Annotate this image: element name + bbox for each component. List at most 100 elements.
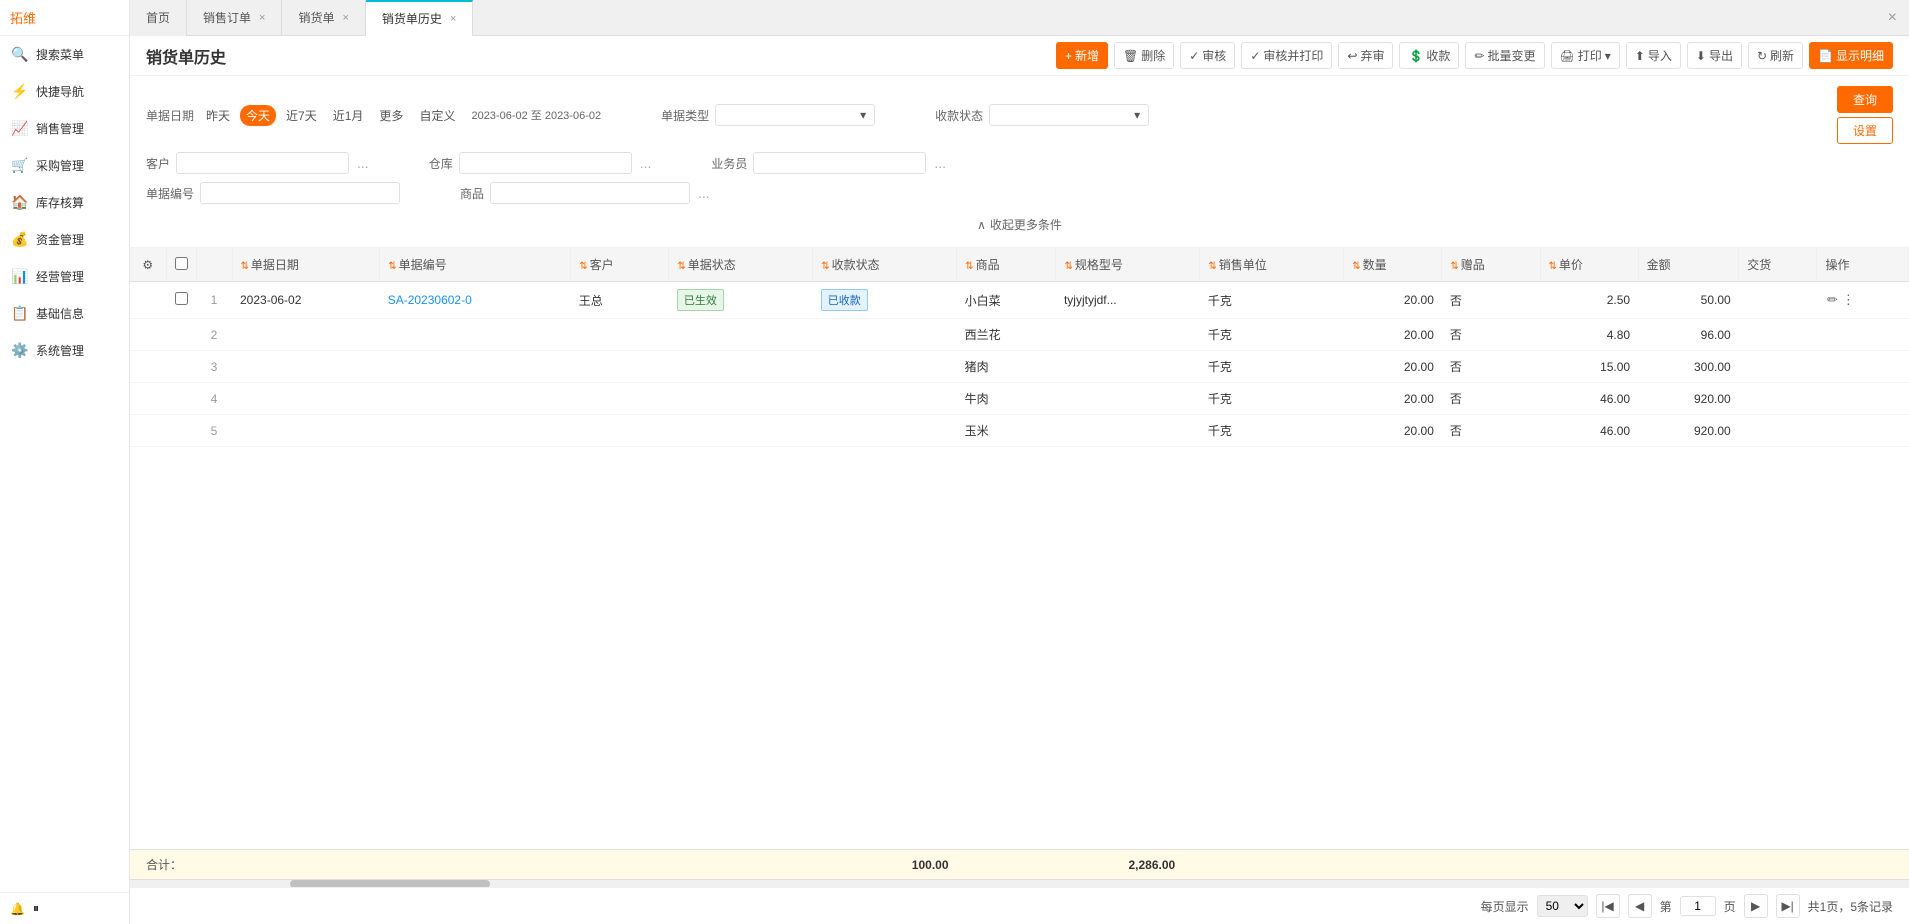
sidebar-item-system-mgmt[interactable]: ⚙️ 系统管理 — [0, 332, 129, 369]
audit-print-btn-label: 审核并打印 — [1263, 47, 1323, 64]
cell-check[interactable] — [166, 319, 196, 351]
th-settings[interactable]: ⚙ — [130, 248, 166, 282]
delete-button[interactable]: 🗑 删除 — [1114, 42, 1174, 69]
edit-action-icon[interactable]: ✏ — [1827, 292, 1838, 307]
goods-picker[interactable]: ... — [698, 185, 710, 201]
cell-doc-no — [380, 415, 571, 447]
pay-status-select[interactable]: ▾ — [989, 104, 1149, 126]
page-number-input[interactable] — [1680, 896, 1716, 916]
close-all-tabs-button[interactable]: × — [1876, 9, 1909, 27]
refresh-btn-label: 刷新 — [1770, 47, 1794, 64]
cell-transaction — [1739, 351, 1817, 383]
tab-sales-goods[interactable]: 销货单 × — [282, 0, 365, 36]
pause-icon[interactable]: ⏸ — [33, 901, 39, 916]
export-button[interactable]: ⬇ 导出 — [1687, 42, 1742, 69]
row-checkbox[interactable] — [175, 292, 188, 305]
th-checkbox[interactable] — [166, 248, 196, 282]
audit-button[interactable]: ✓ 审核 — [1180, 42, 1235, 69]
th-qty[interactable]: ⇅数量 — [1344, 248, 1442, 282]
date-tab-yesterday[interactable]: 昨天 — [200, 105, 236, 126]
staff-input[interactable] — [753, 152, 926, 174]
first-page-button[interactable]: |◀ — [1596, 894, 1620, 918]
customer-picker[interactable]: ... — [357, 155, 369, 171]
list-icon: 📋 — [12, 306, 28, 322]
warehouse-input[interactable] — [459, 152, 632, 174]
date-tab-7days[interactable]: 近7天 — [280, 105, 323, 126]
close-tab-sales-order[interactable]: × — [259, 12, 265, 24]
horizontal-scrollbar[interactable] — [130, 879, 1909, 887]
print-btn-label: 打印 — [1578, 47, 1602, 64]
th-goods[interactable]: ⇅商品 — [957, 248, 1056, 282]
sidebar-item-operations-mgmt[interactable]: 📊 经营管理 — [0, 258, 129, 295]
th-pay-status[interactable]: ⇅收款状态 — [813, 248, 957, 282]
audit-print-button[interactable]: ✓ 审核并打印 — [1241, 42, 1332, 69]
batch-change-button[interactable]: ✏ 批量变更 — [1465, 42, 1544, 69]
filter-group-date: 单据日期 昨天 今天 近7天 近1月 更多 自定义 2023-06-02 至 2… — [146, 105, 601, 126]
home-icon: 🏠 — [12, 195, 28, 211]
th-date[interactable]: ⇅单据日期 — [232, 248, 380, 282]
sidebar-item-inventory-calc[interactable]: 🏠 库存核算 — [0, 184, 129, 221]
import-button[interactable]: ⬆ 导入 — [1626, 42, 1681, 69]
sidebar-item-search-menu[interactable]: 🔍 搜索菜单 — [0, 36, 129, 73]
query-button[interactable]: 查询 — [1837, 86, 1893, 113]
customer-input[interactable] — [176, 152, 349, 174]
last-page-button[interactable]: ▶| — [1776, 894, 1800, 918]
th-doc-no[interactable]: ⇅单据编号 — [380, 248, 571, 282]
th-price[interactable]: ⇅单价 — [1540, 248, 1638, 282]
tab-sales-order[interactable]: 销售订单 × — [187, 0, 282, 36]
th-spec[interactable]: ⇅规格型号 — [1056, 248, 1200, 282]
warehouse-picker[interactable]: ... — [640, 155, 652, 171]
cell-check[interactable] — [166, 415, 196, 447]
sidebar-item-quick-nav[interactable]: ⚡ 快捷导航 — [0, 73, 129, 110]
doc-no-input[interactable] — [200, 182, 400, 204]
sidebar-item-fund-mgmt[interactable]: 💰 资金管理 — [0, 221, 129, 258]
notification-icon[interactable]: 🔔 — [10, 902, 25, 916]
doc-no-link[interactable]: SA-20230602-0 — [388, 293, 472, 307]
close-tab-sales-goods[interactable]: × — [342, 12, 348, 24]
cell-check[interactable] — [166, 282, 196, 319]
staff-picker[interactable]: ... — [934, 155, 946, 171]
new-button[interactable]: + 新增 — [1056, 42, 1108, 69]
date-tab-custom[interactable]: 自定义 — [413, 105, 461, 126]
collapse-filter-button[interactable]: ∧ 收起更多条件 — [146, 212, 1893, 237]
sidebar-item-purchase-mgmt[interactable]: 🛒 采购管理 — [0, 147, 129, 184]
th-unit[interactable]: ⇅销售单位 — [1200, 248, 1344, 282]
cell-check[interactable] — [166, 383, 196, 415]
sidebar-item-basic-info[interactable]: 📋 基础信息 — [0, 295, 129, 332]
next-page-button[interactable]: ▶ — [1744, 894, 1768, 918]
per-page-select[interactable]: 50 20 100 — [1537, 895, 1588, 917]
show-detail-btn-label: 显示明细 — [1836, 47, 1884, 64]
cell-unit: 千克 — [1200, 351, 1344, 383]
goods-input[interactable] — [490, 182, 690, 204]
more-action-icon[interactable]: ⋮ — [1842, 292, 1855, 307]
tab-sales-history[interactable]: 销货单历史 × — [366, 0, 473, 36]
sidebar-item-sales-mgmt[interactable]: 📈 销售管理 — [0, 110, 129, 147]
refresh-button[interactable]: ↻ 刷新 — [1748, 42, 1803, 69]
collect-button[interactable]: 💲 收款 — [1399, 42, 1459, 69]
doc-type-select[interactable]: ▾ — [715, 104, 875, 126]
select-all-checkbox[interactable] — [175, 257, 188, 270]
filter-group-pay-status: 收款状态 ▾ — [935, 104, 1149, 126]
th-gift[interactable]: ⇅赠品 — [1442, 248, 1540, 282]
date-tab-today[interactable]: 今天 — [240, 105, 276, 126]
cell-doc-status — [669, 319, 813, 351]
cell-num: 3 — [196, 351, 232, 383]
date-tab-1month[interactable]: 近1月 — [327, 105, 370, 126]
page-label: 第 — [1660, 898, 1672, 915]
th-customer[interactable]: ⇅客户 — [571, 248, 669, 282]
show-detail-button[interactable]: 📄 显示明细 — [1809, 42, 1893, 69]
audit-btn-label: 审核 — [1202, 47, 1226, 64]
date-tab-more[interactable]: 更多 — [373, 105, 409, 126]
prev-page-button[interactable]: ◀ — [1628, 894, 1652, 918]
cell-qty: 20.00 — [1344, 282, 1442, 319]
abandon-button[interactable]: ↩ 弃审 — [1338, 42, 1393, 69]
th-doc-status[interactable]: ⇅单据状态 — [669, 248, 813, 282]
money-icon: 💰 — [12, 232, 28, 248]
tab-home[interactable]: 首页 — [130, 0, 187, 36]
close-tab-sales-history[interactable]: × — [450, 13, 456, 25]
print-dropdown-icon: ▾ — [1605, 49, 1611, 63]
th-customer-label: 客户 — [590, 258, 614, 272]
cell-check[interactable] — [166, 351, 196, 383]
setting-button[interactable]: 设置 — [1837, 117, 1893, 144]
print-button[interactable]: 🖨 打印 ▾ — [1551, 42, 1620, 69]
